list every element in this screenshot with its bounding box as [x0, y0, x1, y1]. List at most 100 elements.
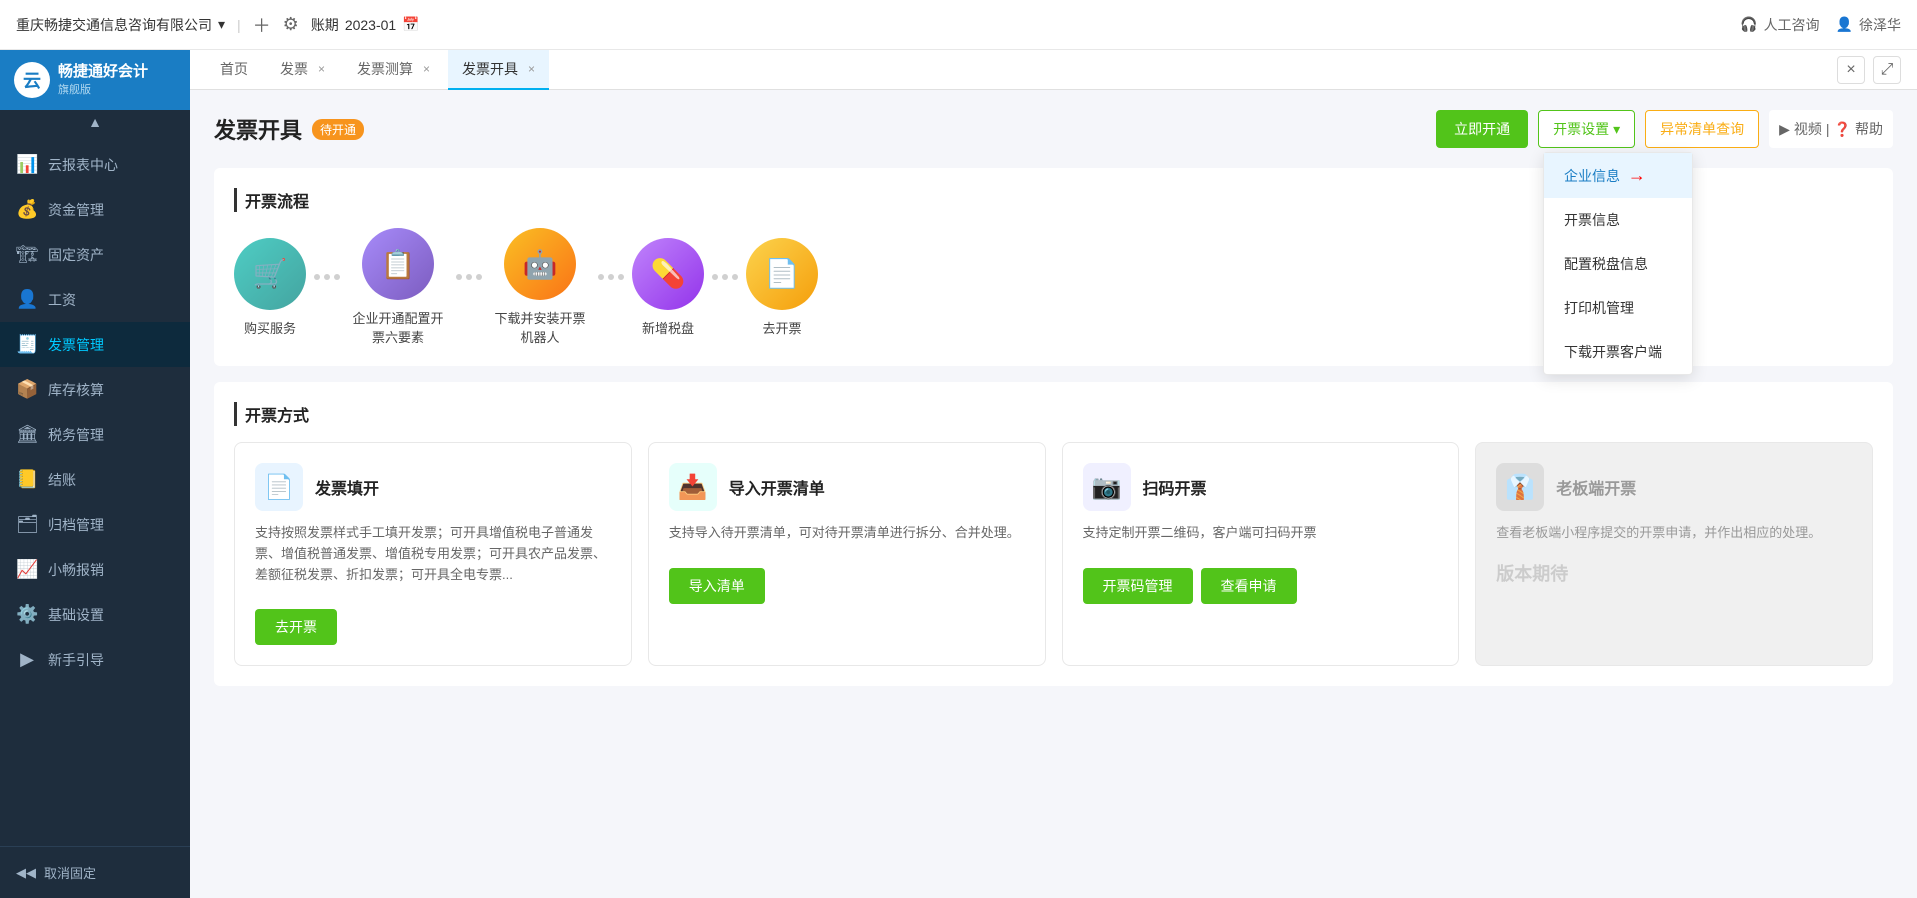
- sidebar-item-report[interactable]: 📈 小畅报销: [0, 547, 190, 592]
- dropdown-invoice-info[interactable]: 开票信息: [1544, 198, 1692, 242]
- user-profile[interactable]: 👤 徐泽华: [1836, 15, 1901, 35]
- dropdown-tax-disk[interactable]: 配置税盘信息: [1544, 242, 1692, 286]
- qr-manage-btn[interactable]: 开票码管理: [1083, 568, 1193, 604]
- tab-home[interactable]: 首页: [206, 50, 262, 90]
- funds-icon: 💰: [16, 199, 38, 220]
- avatar-icon: 👤: [1836, 16, 1853, 33]
- main-content: 首页 发票 × 发票测算 × 发票开具 × × ⤢: [190, 50, 1917, 898]
- calendar-icon[interactable]: 📅: [402, 16, 419, 33]
- report-icon: 📈: [16, 559, 38, 580]
- divider: |: [237, 17, 241, 33]
- scan-icon: 📷: [1083, 463, 1131, 511]
- step-buy-circle: 🛒: [234, 238, 306, 310]
- sidebar-item-fixed-assets[interactable]: 🏗 固定资产: [0, 232, 190, 277]
- method-section-title: 开票方式: [234, 402, 1873, 426]
- step-config-circle: 📋: [362, 228, 434, 300]
- add-button[interactable]: ＋: [253, 12, 271, 38]
- dropdown-download-client[interactable]: 下载开票客户端: [1544, 330, 1692, 374]
- account-period: 账期 2023-01 📅: [311, 15, 420, 35]
- sidebar-footer: ◀◀ 取消固定: [0, 846, 190, 898]
- tab-bar: 首页 发票 × 发票测算 × 发票开具 × × ⤢: [190, 50, 1917, 90]
- settings-btn[interactable]: 开票设置 ▾: [1538, 110, 1635, 148]
- headset-icon: 🎧: [1740, 16, 1757, 33]
- main-layout: 云 畅捷通好会计 旗舰版 ▲ 📊 云报表中心 💰 资金管理 🏗 固定资产: [0, 50, 1917, 898]
- header-buttons: 立即开通 开票设置 ▾ 异常清单查询 ▶ 视频 | ❓ 帮助: [1436, 110, 1893, 148]
- sidebar-item-guide[interactable]: ▶ 新手引导: [0, 637, 190, 682]
- method-card-manual: 📄 发票填开 支持按照发票样式手工填开发票；可开具增值税电子普通发票、增值税普通…: [234, 442, 632, 666]
- page-title-area: 发票开具 待开通: [214, 113, 364, 145]
- scroll-up-btn[interactable]: ▲: [0, 110, 190, 134]
- dropdown-printer[interactable]: 打印机管理: [1544, 286, 1692, 330]
- view-apply-btn[interactable]: 查看申请: [1201, 568, 1297, 604]
- payroll-icon: 👤: [16, 289, 38, 310]
- go-invoice-btn[interactable]: 去开票: [255, 609, 337, 645]
- sidebar-item-payroll[interactable]: 👤 工资: [0, 277, 190, 322]
- method-cards: 📄 发票填开 支持按照发票样式手工填开发票；可开具增值税电子普通发票、增值税普通…: [234, 442, 1873, 666]
- page-header: 发票开具 待开通 立即开通 开票设置 ▾ 异常清单查询 ▶ 视频 | ❓: [214, 110, 1893, 148]
- chevron-down-icon: ▾: [1613, 121, 1620, 138]
- sidebar-item-inventory[interactable]: 📦 库存核算: [0, 367, 190, 412]
- tab-invoice-close[interactable]: ×: [318, 62, 325, 76]
- company-selector[interactable]: 重庆畅捷交通信息咨询有限公司 ▾: [16, 15, 225, 35]
- tab-invoice-test-close[interactable]: ×: [423, 62, 430, 76]
- flow-step-config: 📋 企业开通配置开票六要素: [348, 228, 448, 346]
- sidebar-item-archive[interactable]: 🗂 归档管理: [0, 502, 190, 547]
- tab-maximize-btn[interactable]: ⤢: [1873, 56, 1901, 84]
- method-section: 开票方式 📄 发票填开 支持按照发票样式手工填开发票；可开具增值税电子普通发票、…: [214, 382, 1893, 686]
- step-connector-1: [306, 274, 348, 280]
- method-card-scan: 📷 扫码开票 支持定制开票二维码，客户端可扫码开票 开票码管理 查看申请: [1062, 442, 1460, 666]
- tab-invoice-issue[interactable]: 发票开具 ×: [448, 50, 549, 90]
- manual-icon: 📄: [255, 463, 303, 511]
- import-icon: 📥: [669, 463, 717, 511]
- tab-bar-right: × ⤢: [1837, 56, 1901, 84]
- logo-icon: 云: [14, 62, 50, 98]
- flow-step-disk: 💊 新增税盘: [632, 238, 704, 337]
- sidebar-item-invoice[interactable]: 🧾 发票管理: [0, 322, 190, 367]
- archive-icon: 🗂: [16, 514, 38, 535]
- method-card-manual-header: 📄 发票填开: [255, 463, 611, 511]
- sidebar-item-cloud-report[interactable]: 📊 云报表中心: [0, 142, 190, 187]
- step-connector-3: [590, 274, 632, 280]
- step-connector-2: [448, 274, 490, 280]
- tab-invoice-issue-close[interactable]: ×: [528, 62, 535, 76]
- page-title: 发票开具: [214, 113, 302, 145]
- dropdown-company-info[interactable]: 企业信息 →: [1544, 153, 1692, 198]
- question-icon: ❓: [1834, 121, 1851, 138]
- sidebar-item-funds[interactable]: 💰 资金管理: [0, 187, 190, 232]
- company-name: 重庆畅捷交通信息咨询有限公司: [16, 15, 212, 35]
- sidebar-item-settings[interactable]: ⚙️ 基础设置: [0, 592, 190, 637]
- flow-step-download: 🤖 下载并安装开票机器人: [490, 228, 590, 346]
- sidebar-item-accounting[interactable]: 📒 结账: [0, 457, 190, 502]
- method-card-boss-header: 👔 老板端开票: [1496, 463, 1852, 511]
- method-card-import-header: 📥 导入开票清单: [669, 463, 1025, 511]
- step-issue-circle: 📄: [746, 238, 818, 310]
- unpin-btn[interactable]: ◀◀ 取消固定: [16, 857, 174, 888]
- activate-btn[interactable]: 立即开通: [1436, 110, 1528, 148]
- anomaly-btn[interactable]: 异常清单查询: [1645, 110, 1759, 148]
- sidebar: 云 畅捷通好会计 旗舰版 ▲ 📊 云报表中心 💰 资金管理 🏗 固定资产: [0, 50, 190, 898]
- flow-step-buy: 🛒 购买服务: [234, 238, 306, 337]
- import-list-btn[interactable]: 导入清单: [669, 568, 765, 604]
- method-card-import: 📥 导入开票清单 支持导入待开票清单，可对待开票清单进行拆分、合并处理。 导入清…: [648, 442, 1046, 666]
- method-card-scan-header: 📷 扫码开票: [1083, 463, 1439, 511]
- logo-text-area: 畅捷通好会计 旗舰版: [58, 63, 148, 97]
- tax-icon: 🏛: [16, 424, 38, 445]
- inventory-icon: 📦: [16, 379, 38, 400]
- top-bar: 重庆畅捷交通信息咨询有限公司 ▾ | ＋ ⚙ 账期 2023-01 📅 🎧 人工…: [0, 0, 1917, 50]
- settings-dropdown: 企业信息 → 开票信息 配置税盘信息 打印机管理 下: [1543, 152, 1693, 375]
- tab-invoice[interactable]: 发票 ×: [266, 50, 339, 90]
- settings-icon[interactable]: ⚙: [283, 14, 299, 35]
- sidebar-item-tax[interactable]: 🏛 税务管理: [0, 412, 190, 457]
- status-badge: 待开通: [312, 119, 364, 140]
- chart-icon: 📊: [16, 154, 38, 175]
- invoice-icon: 🧾: [16, 334, 38, 355]
- consult-btn[interactable]: 🎧 人工咨询: [1740, 15, 1819, 35]
- scroll-up-arrow: ▲: [88, 114, 102, 130]
- method-card-boss: 👔 老板端开票 查看老板端小程序提交的开票申请，并作出相应的处理。 版本期待: [1475, 442, 1873, 666]
- tab-invoice-test[interactable]: 发票测算 ×: [343, 50, 444, 90]
- sidebar-items: 📊 云报表中心 💰 资金管理 🏗 固定资产 👤 工资 🧾 发票管理 📦: [0, 134, 190, 846]
- sidebar-logo: 云 畅捷通好会计 旗舰版: [0, 50, 190, 110]
- assets-icon: 🏗: [16, 244, 38, 265]
- top-bar-right: 🎧 人工咨询 👤 徐泽华: [1740, 15, 1901, 35]
- tab-close-btn[interactable]: ×: [1837, 56, 1865, 84]
